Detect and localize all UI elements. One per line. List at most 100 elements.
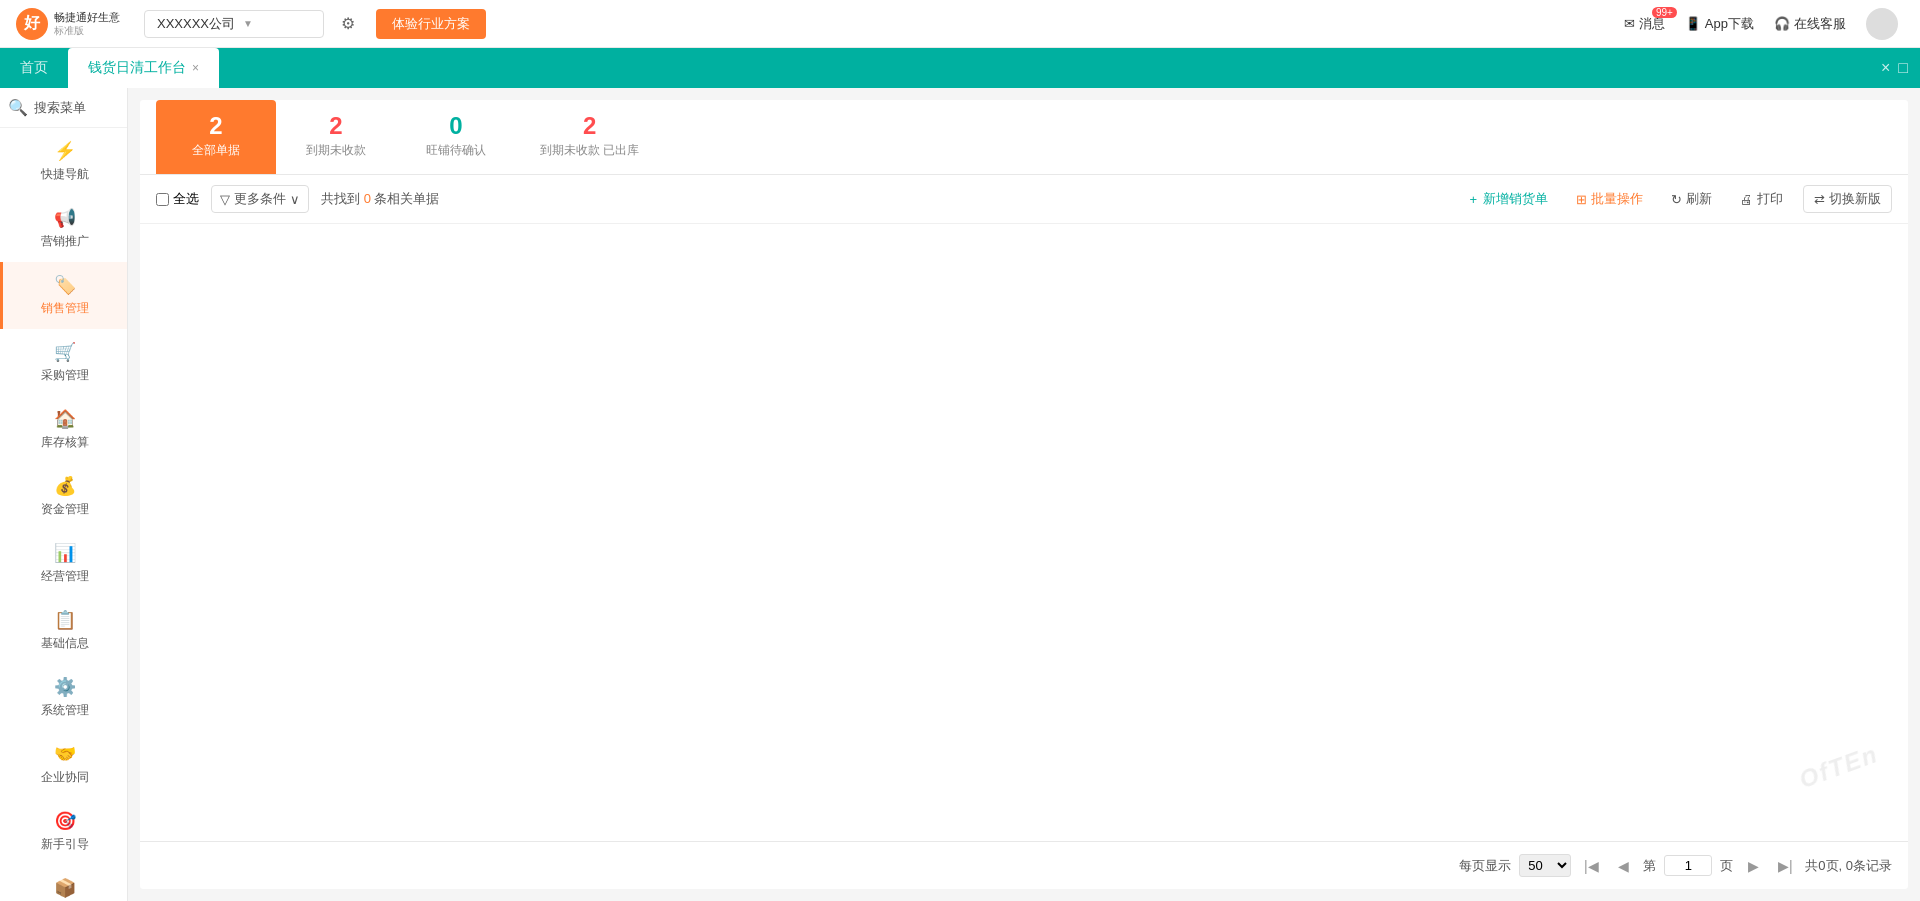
filter-icon: ▽	[220, 192, 230, 207]
sidebar-item-inventory[interactable]: 🏠 库存核算	[0, 396, 127, 463]
stats-tab-overdue-not-shipped[interactable]: 2 到期未收款 已出库	[516, 100, 663, 174]
company-name: XXXXXX公司	[157, 15, 235, 33]
chevron-down-icon: ∨	[290, 192, 300, 207]
marketing-icon: 📢	[54, 207, 76, 229]
sidebar-item-finance[interactable]: 💰 资金管理	[0, 463, 127, 530]
per-page-select[interactable]: 10 20 50 100	[1519, 854, 1571, 877]
service-icon: 🎧	[1774, 16, 1790, 31]
refresh-icon: ↻	[1671, 192, 1682, 207]
switch-version-button[interactable]: ⇄ 切换新版	[1803, 185, 1892, 213]
first-page-button[interactable]: |◀	[1579, 854, 1603, 878]
stats-tab-pending-confirm[interactable]: 0 旺铺待确认	[396, 100, 516, 174]
stats-count-overdue-shipped: 2	[583, 112, 596, 140]
sidebar-label: 销售管理	[41, 300, 89, 317]
sidebar-item-quick-nav[interactable]: ⚡ 快捷导航	[0, 128, 127, 195]
tab-workbench[interactable]: 钱货日清工作台 ×	[68, 48, 219, 88]
pagination: 每页显示 10 20 50 100 |◀ ◀ 第 页 ▶ ▶| 共0页, 0条记…	[140, 841, 1908, 889]
logo-text: 畅捷通好生意 标准版	[54, 10, 120, 37]
sidebar-item-purchase[interactable]: 🛒 采购管理	[0, 329, 127, 396]
print-icon: 🖨	[1740, 192, 1753, 207]
quick-nav-icon: ⚡	[54, 140, 76, 162]
content-inner: 2 全部单据 2 到期未收款 0 旺铺待确认 2 到期未收款 已出库	[140, 100, 1908, 889]
sidebar-item-guide[interactable]: 🎯 新手引导	[0, 798, 127, 865]
total-info: 共0页, 0条记录	[1805, 857, 1892, 875]
user-info[interactable]	[1866, 8, 1904, 40]
stats-count-all: 2	[209, 112, 222, 140]
system-icon: ⚙️	[54, 676, 76, 698]
cooperation-icon: 🤝	[54, 743, 76, 765]
guide-icon: 🎯	[54, 810, 76, 832]
batch-operation-button[interactable]: ⊞ 批量操作	[1568, 186, 1651, 212]
sidebar-label: 营销推广	[41, 233, 89, 250]
print-button[interactable]: 🖨 打印	[1732, 186, 1791, 212]
sidebar-label: 经营管理	[41, 568, 89, 585]
sales-icon: 🏷️	[54, 274, 76, 296]
page-input[interactable]	[1664, 855, 1712, 876]
per-page-label: 每页显示	[1459, 857, 1511, 875]
table-area	[140, 224, 1908, 841]
trial-button[interactable]: 体验行业方案	[376, 9, 486, 39]
sidebar-item-sales[interactable]: 🏷️ 销售管理	[0, 262, 127, 329]
select-all-checkbox[interactable]: 全选	[156, 190, 199, 208]
close-window-icon[interactable]: ×	[1881, 59, 1890, 77]
sidebar-label: 企业协同	[41, 769, 89, 786]
app-center-icon: 📦	[54, 877, 76, 899]
toolbar: 全选 ▽ 更多条件 ∨ 共找到 0 条相关单据 新增销货单 ⊞ 批量操作	[140, 175, 1908, 224]
top-right-area: ✉ 消息 99+ 📱 App下载 🎧 在线客服	[1624, 8, 1904, 40]
stats-label-all: 全部单据	[192, 142, 240, 159]
company-selector[interactable]: XXXXXX公司 ▼	[144, 10, 324, 38]
tab-nav: 首页 钱货日清工作台 × × □	[0, 48, 1920, 88]
select-all-input[interactable]	[156, 193, 169, 206]
batch-icon: ⊞	[1576, 192, 1587, 207]
tab-nav-controls: × □	[1881, 59, 1920, 77]
logo-area: 好 畅捷通好生意 标准版	[16, 8, 144, 40]
filter-button[interactable]: ▽ 更多条件 ∨	[211, 185, 309, 213]
sidebar-label: 新手引导	[41, 836, 89, 853]
close-tab-icon[interactable]: ×	[192, 61, 199, 75]
finance-icon: 💰	[54, 475, 76, 497]
search-menu[interactable]: 🔍 搜索菜单	[0, 88, 127, 128]
sidebar-label: 基础信息	[41, 635, 89, 652]
sidebar-item-basic-info[interactable]: 📋 基础信息	[0, 597, 127, 664]
sidebar-item-marketing[interactable]: 📢 营销推广	[0, 195, 127, 262]
message-icon: ✉	[1624, 16, 1635, 31]
sidebar-item-app-center[interactable]: 📦 应用中心	[0, 865, 127, 901]
page-label: 第	[1643, 857, 1656, 875]
sidebar-label: 系统管理	[41, 702, 89, 719]
add-sales-order-button[interactable]: 新增销货单	[1461, 186, 1556, 212]
stats-count-overdue: 2	[329, 112, 342, 140]
basic-info-icon: 📋	[54, 609, 76, 631]
messages-button[interactable]: ✉ 消息 99+	[1624, 15, 1665, 33]
sidebar-item-operations[interactable]: 📊 经营管理	[0, 530, 127, 597]
main-layout: 🔍 搜索菜单 ⚡ 快捷导航 📢 营销推广 🏷️ 销售管理 🛒 采购管理 🏠 库存…	[0, 88, 1920, 901]
download-icon: 📱	[1685, 16, 1701, 31]
found-count: 共找到 0 条相关单据	[321, 190, 439, 208]
sidebar-item-system[interactable]: ⚙️ 系统管理	[0, 664, 127, 731]
logo-icon: 好	[16, 8, 48, 40]
sidebar: 🔍 搜索菜单 ⚡ 快捷导航 📢 营销推广 🏷️ 销售管理 🛒 采购管理 🏠 库存…	[0, 88, 128, 901]
tab-home[interactable]: 首页	[0, 48, 68, 88]
page-suffix: 页	[1720, 857, 1733, 875]
settings-icon[interactable]: ⚙	[332, 8, 364, 40]
refresh-button[interactable]: ↻ 刷新	[1663, 186, 1720, 212]
stats-label-overdue: 到期未收款	[306, 142, 366, 159]
search-icon: 🔍	[8, 98, 28, 117]
next-page-button[interactable]: ▶	[1741, 854, 1765, 878]
found-count-num: 0	[364, 191, 371, 206]
sidebar-label: 快捷导航	[41, 166, 89, 183]
prev-page-button[interactable]: ◀	[1611, 854, 1635, 878]
expand-icon[interactable]: □	[1898, 59, 1908, 77]
content-area: 2 全部单据 2 到期未收款 0 旺铺待确认 2 到期未收款 已出库	[128, 88, 1920, 901]
last-page-button[interactable]: ▶|	[1773, 854, 1797, 878]
stats-tab-all[interactable]: 2 全部单据	[156, 100, 276, 174]
stats-tab-overdue-unpaid[interactable]: 2 到期未收款	[276, 100, 396, 174]
stats-label-pending: 旺铺待确认	[426, 142, 486, 159]
operations-icon: 📊	[54, 542, 76, 564]
sidebar-item-cooperation[interactable]: 🤝 企业协同	[0, 731, 127, 798]
app-download-button[interactable]: 📱 App下载	[1685, 15, 1754, 33]
sidebar-label: 资金管理	[41, 501, 89, 518]
avatar	[1866, 8, 1898, 40]
sidebar-label: 库存核算	[41, 434, 89, 451]
online-service-button[interactable]: 🎧 在线客服	[1774, 15, 1846, 33]
top-bar: 好 畅捷通好生意 标准版 XXXXXX公司 ▼ ⚙ 体验行业方案 ✉ 消息 99…	[0, 0, 1920, 48]
